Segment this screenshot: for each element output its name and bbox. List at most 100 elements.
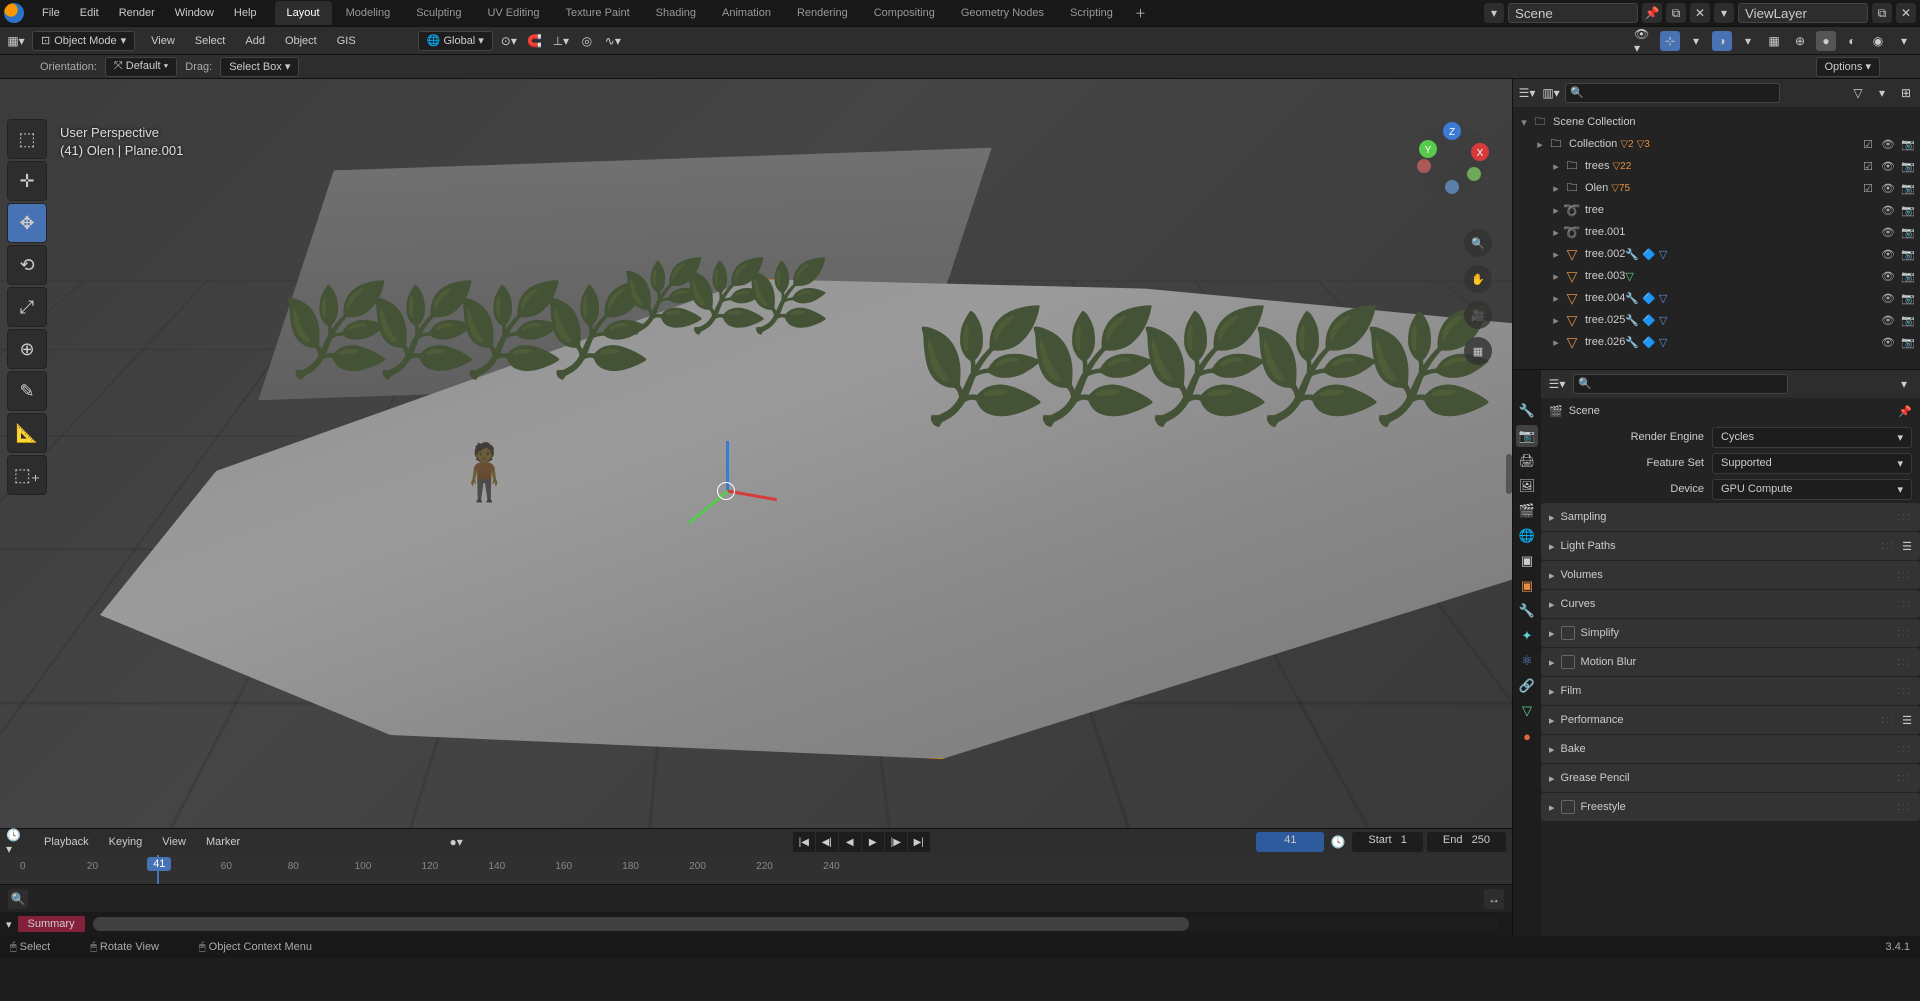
viewlayer-tab-icon[interactable]: 🖼 [1516,475,1538,497]
panel-volumes[interactable]: ▸Volumes::: [1541,561,1920,589]
disclosure-icon[interactable]: ▸ [1549,336,1563,349]
panel-film[interactable]: ▸Film::: [1541,677,1920,705]
panel-bake[interactable]: ▸Bake::: [1541,735,1920,763]
scene-icon[interactable]: ▾ [1484,3,1504,23]
overlay-toggle-icon[interactable]: ◑ [1712,31,1732,51]
proportional-edit-icon[interactable]: ◎ [577,31,597,51]
outliner-row[interactable]: ▸🗀Collection▽2▽3☑👁📷 [1513,133,1920,155]
drag-handle-icon[interactable]: ::: [1897,511,1912,523]
outliner-mode-icon[interactable]: ☰▾ [1517,83,1537,103]
snap-icon[interactable]: 🧲 [525,31,545,51]
outliner-search[interactable] [1565,83,1780,103]
viewmenu-view[interactable]: View [141,31,185,51]
pan-icon[interactable]: ✋ [1464,265,1492,293]
panel-performance[interactable]: ▸Performance:::☰ [1541,706,1920,734]
hide-viewport-icon[interactable]: 👁 [1880,182,1896,195]
panel-freestyle[interactable]: ▸Freestyle::: [1541,793,1920,821]
timeline-ruler[interactable]: 02040608010012014016018020022024041 [0,855,1512,884]
outliner-row[interactable]: ▸🗀trees▽22☑👁📷 [1513,155,1920,177]
gizmo-toggle-icon[interactable]: ⊹ [1660,31,1680,51]
options-dropdown[interactable]: Options ▾ [1816,57,1881,77]
move-tool[interactable]: ✥ [7,203,47,243]
add-workspace-button[interactable]: ＋ [1125,1,1156,25]
annotate-tool[interactable]: ✎ [7,371,47,411]
dope-scrollbar[interactable] [93,917,1498,931]
drag-handle-icon[interactable]: ::: [1897,743,1912,755]
select-box-tool[interactable]: ⬚ [7,119,47,159]
hide-viewport-icon[interactable]: 👁 [1880,314,1896,327]
end-frame-field[interactable]: End 250 [1427,832,1506,852]
drag-handle-icon[interactable]: ::: [1897,598,1912,610]
props-options-icon[interactable]: ▾ [1894,374,1914,394]
summary-label[interactable]: Summary [18,916,85,932]
menu-help[interactable]: Help [224,3,267,23]
disclosure-icon[interactable]: ▸ [1549,314,1563,327]
shading-rendered-icon[interactable]: ◉ [1868,31,1888,51]
drag-handle-icon[interactable]: ::: [1897,569,1912,581]
new-collection-icon[interactable]: ⊞ [1896,83,1916,103]
dope-search-icon[interactable]: 🔍 [8,889,28,909]
collection-tab-icon[interactable]: ▣ [1516,550,1538,572]
snap-target-dropdown[interactable]: ⊥▾ [551,31,571,51]
zoom-icon[interactable]: 🔍 [1464,229,1492,257]
pin-icon[interactable]: 📌 [1898,405,1912,418]
workspace-tab-rendering[interactable]: Rendering [785,1,860,25]
presets-icon[interactable]: ☰ [1902,714,1912,727]
scene-name-input[interactable] [1508,3,1638,23]
hide-render-icon[interactable]: 📷 [1900,314,1916,327]
timeline-editor-icon[interactable]: 🕓▾ [6,832,26,852]
disclosure-icon[interactable]: ▸ [1549,182,1563,195]
workspace-tab-compositing[interactable]: Compositing [862,1,947,25]
hide-render-icon[interactable]: 📷 [1900,336,1916,349]
gizmo-dropdown[interactable]: ▾ [1686,31,1706,51]
hide-viewport-icon[interactable]: 👁 [1880,270,1896,283]
xray-icon[interactable]: ▦ [1764,31,1784,51]
device-dropdown[interactable]: GPU Compute▾ [1712,479,1912,500]
hide-render-icon[interactable]: 📷 [1900,204,1916,217]
viewmenu-gis[interactable]: GIS [327,31,366,51]
tlmenu-marker[interactable]: Marker [196,832,250,852]
drag-handle-icon[interactable]: ::: [1897,801,1912,813]
preview-range-icon[interactable]: 🕓 [1328,832,1348,852]
panel-curves[interactable]: ▸Curves::: [1541,590,1920,618]
drag-handle-icon[interactable]: ::: [1881,540,1896,552]
editor-type-icon[interactable]: ▦▾ [6,31,26,51]
tlmenu-view[interactable]: View [152,832,196,852]
disclosure-icon[interactable]: ▸ [1549,248,1563,261]
outliner-row[interactable]: ▸▽tree.025 🔧 🔷 ▽👁📷 [1513,309,1920,331]
presets-icon[interactable]: ☰ [1902,540,1912,553]
particles-tab-icon[interactable]: ✦ [1516,625,1538,647]
modifier-tab-icon[interactable]: 🔧 [1516,600,1538,622]
panel-checkbox[interactable] [1561,655,1575,669]
outliner-row[interactable]: ▸▽tree.003 ▽👁📷 [1513,265,1920,287]
menu-render[interactable]: Render [109,3,165,23]
shading-dropdown[interactable]: ▾ [1894,31,1914,51]
disclosure-icon[interactable]: ▸ [1549,270,1563,283]
cursor-tool[interactable]: ✛ [7,161,47,201]
hide-render-icon[interactable]: 📷 [1900,292,1916,305]
pivot-icon[interactable]: ⊙▾ [499,31,519,51]
3d-viewport[interactable]: 🌿🌿🌿🌿 🌿🌿🌿 🌿🌿🌿🌿🌿 🧍 ⬚ ✛ ✥ ⟲ ⤢ ⊕ ✎ 📐 ⬚₊ [0,79,1512,828]
jump-start-icon[interactable]: |◀ [793,832,815,852]
camera-view-icon[interactable]: 🎥 [1464,301,1492,329]
drag-handle-icon[interactable]: ::: [1897,772,1912,784]
hide-viewport-icon[interactable]: 👁 [1880,292,1896,305]
copy-scene-icon[interactable]: ⧉ [1666,3,1686,23]
mode-dropdown[interactable]: ⊡ Object Mode ▾ [32,31,135,51]
shading-matprev-icon[interactable]: ◐ [1842,31,1862,51]
visibility-icon[interactable]: 👁▾ [1634,31,1654,51]
physics-tab-icon[interactable]: ⚛ [1516,650,1538,672]
outliner-row[interactable]: ▸▽tree.004 🔧 🔷 ▽👁📷 [1513,287,1920,309]
menu-edit[interactable]: Edit [70,3,109,23]
hide-viewport-icon[interactable]: 👁 [1880,226,1896,239]
filter-icon[interactable]: ▽ [1848,83,1868,103]
overlay-dropdown[interactable]: ▾ [1738,31,1758,51]
disclosure-icon[interactable]: ▸ [1549,292,1563,305]
exclude-toggle[interactable]: ☑ [1860,160,1876,173]
workspace-tab-layout[interactable]: Layout [275,1,332,25]
delete-scene-icon[interactable]: ✕ [1690,3,1710,23]
drag-handle-icon[interactable]: ::: [1881,714,1896,726]
orientation-dropdown[interactable]: ⤧ Default ▾ [105,57,177,77]
rotate-tool[interactable]: ⟲ [7,245,47,285]
play-icon[interactable]: ▶ [862,832,884,852]
